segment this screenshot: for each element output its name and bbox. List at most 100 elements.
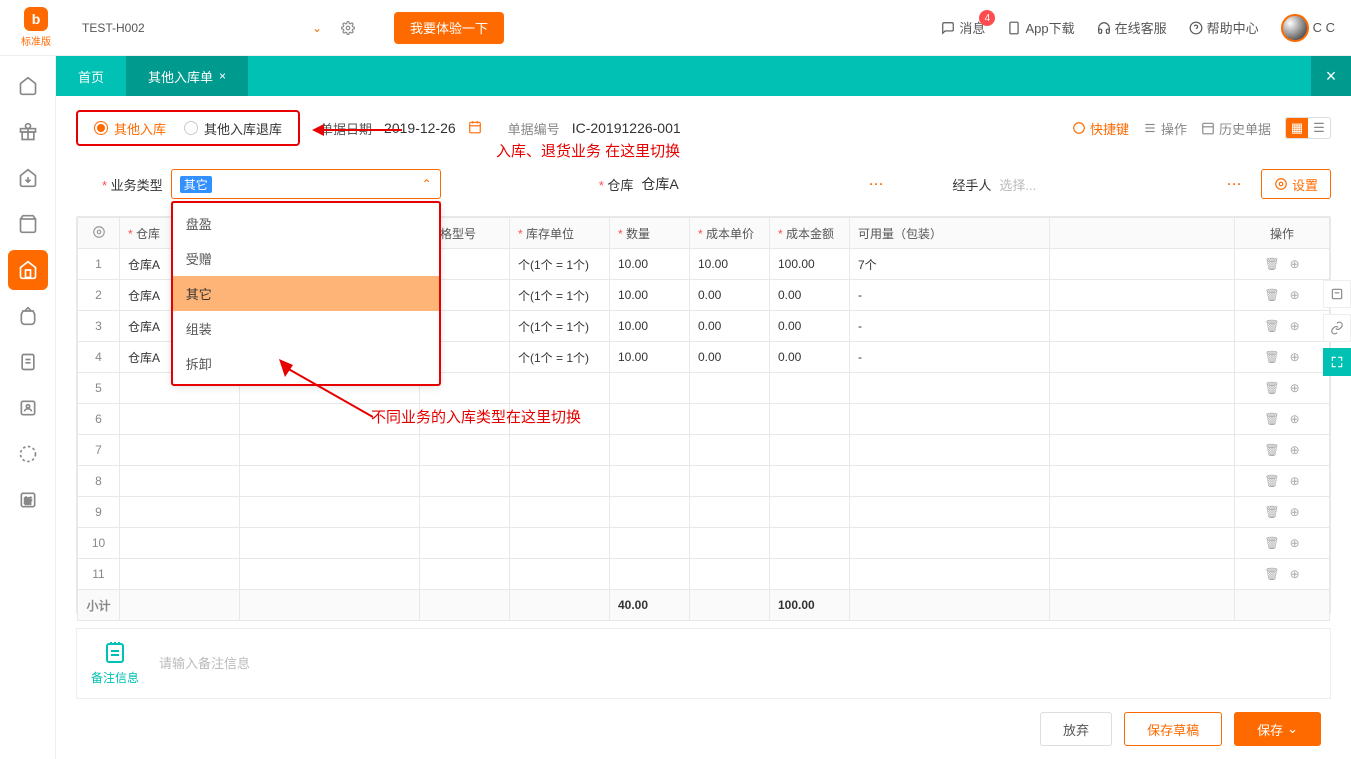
col-config[interactable] xyxy=(78,218,120,249)
save-draft-button[interactable]: 保存草稿 xyxy=(1124,712,1222,746)
cell-spec[interactable] xyxy=(420,559,510,590)
column-settings-button[interactable]: 设置 xyxy=(1261,169,1331,199)
cell-name[interactable] xyxy=(240,404,420,435)
tabs-close-all[interactable]: × xyxy=(1311,56,1351,96)
cell-warehouse[interactable] xyxy=(120,528,240,559)
app-download-link[interactable]: App下载 xyxy=(1007,18,1074,37)
copy-row-icon[interactable]: ⊕ xyxy=(1290,505,1300,519)
cell-unit[interactable] xyxy=(510,404,610,435)
biztype-select[interactable]: 其它 ⌃ 盘盈 受赠 其它 组装 拆卸 xyxy=(171,169,441,199)
table-row[interactable]: 9 🗑 ⊕ xyxy=(78,497,1330,528)
cell-qty[interactable] xyxy=(610,435,690,466)
cell-warehouse[interactable] xyxy=(120,559,240,590)
cell-unit[interactable]: 个(1个 = 1个) xyxy=(510,249,610,280)
delete-row-icon[interactable]: 🗑 xyxy=(1264,319,1279,333)
table-row[interactable]: 6 🗑 ⊕ xyxy=(78,404,1330,435)
history-link[interactable]: 历史单据 xyxy=(1201,119,1271,138)
dropdown-item[interactable]: 盘盈 xyxy=(172,206,440,241)
tab-current[interactable]: 其他入库单 × xyxy=(126,56,248,96)
cell-qty[interactable]: 10.00 xyxy=(610,342,690,373)
cell-price[interactable]: 0.00 xyxy=(690,311,770,342)
delete-row-icon[interactable]: 🗑 xyxy=(1264,381,1279,395)
cell-name[interactable] xyxy=(240,466,420,497)
dropdown-item[interactable]: 拆卸 xyxy=(172,346,440,381)
delete-row-icon[interactable]: 🗑 xyxy=(1264,288,1279,302)
cell-price[interactable]: 0.00 xyxy=(690,342,770,373)
cell-amt[interactable] xyxy=(770,559,850,590)
remarks-input[interactable] xyxy=(159,650,1316,678)
delete-row-icon[interactable]: 🗑 xyxy=(1264,474,1279,488)
sidebar-purchase[interactable] xyxy=(8,158,48,198)
cell-warehouse[interactable] xyxy=(120,435,240,466)
table-row[interactable]: 10 🗑 ⊕ xyxy=(78,528,1330,559)
experience-button[interactable]: 我要体验一下 xyxy=(394,12,504,44)
tab-home[interactable]: 首页 xyxy=(56,56,126,96)
handler-browse[interactable]: ··· xyxy=(1227,177,1242,191)
float-note[interactable] xyxy=(1323,280,1351,308)
cell-price[interactable] xyxy=(690,373,770,404)
cell-price[interactable] xyxy=(690,497,770,528)
dropdown-item[interactable]: 受赠 xyxy=(172,241,440,276)
dropdown-item[interactable]: 其它 xyxy=(172,276,440,311)
logo[interactable]: b 标准版 xyxy=(16,7,56,48)
cell-spec[interactable] xyxy=(420,404,510,435)
copy-row-icon[interactable]: ⊕ xyxy=(1290,474,1300,488)
cell-price[interactable]: 0.00 xyxy=(690,280,770,311)
delete-row-icon[interactable]: 🗑 xyxy=(1264,257,1279,271)
messages-link[interactable]: 消息 4 xyxy=(941,18,985,37)
hotkey-link[interactable]: 快捷键 xyxy=(1072,119,1129,138)
float-fullscreen[interactable] xyxy=(1323,348,1351,376)
cell-name[interactable] xyxy=(240,497,420,528)
cell-spec[interactable] xyxy=(420,497,510,528)
cell-warehouse[interactable] xyxy=(120,404,240,435)
cell-warehouse[interactable] xyxy=(120,466,240,497)
cell-unit[interactable]: 个(1个 = 1个) xyxy=(510,280,610,311)
cell-amt[interactable] xyxy=(770,404,850,435)
cell-qty[interactable] xyxy=(610,497,690,528)
cell-amt[interactable] xyxy=(770,497,850,528)
cell-unit[interactable] xyxy=(510,559,610,590)
cell-name[interactable] xyxy=(240,559,420,590)
cell-amt[interactable]: 0.00 xyxy=(770,311,850,342)
cell-name[interactable] xyxy=(240,435,420,466)
copy-row-icon[interactable]: ⊕ xyxy=(1290,288,1300,302)
cell-qty[interactable] xyxy=(610,466,690,497)
sidebar-new[interactable]: 新 xyxy=(8,480,48,520)
copy-row-icon[interactable]: ⊕ xyxy=(1290,381,1300,395)
discard-button[interactable]: 放弃 xyxy=(1040,712,1112,746)
sidebar-contacts[interactable] xyxy=(8,388,48,428)
cell-amt[interactable] xyxy=(770,528,850,559)
cell-unit[interactable] xyxy=(510,528,610,559)
company-select[interactable]: TEST-H002 ⌄ xyxy=(72,12,332,44)
user-menu[interactable]: C C xyxy=(1281,14,1335,42)
table-row[interactable]: 7 🗑 ⊕ xyxy=(78,435,1330,466)
cell-price[interactable] xyxy=(690,466,770,497)
sidebar-home[interactable] xyxy=(8,66,48,106)
delete-row-icon[interactable]: 🗑 xyxy=(1264,443,1279,457)
cell-unit[interactable]: 个(1个 = 1个) xyxy=(510,311,610,342)
warehouse-browse[interactable]: ··· xyxy=(869,177,884,191)
delete-row-icon[interactable]: 🗑 xyxy=(1264,536,1279,550)
warehouse-value[interactable]: 仓库A xyxy=(641,174,861,194)
delete-row-icon[interactable]: 🗑 xyxy=(1264,505,1279,519)
dropdown-item[interactable]: 组装 xyxy=(172,311,440,346)
cell-qty[interactable]: 10.00 xyxy=(610,311,690,342)
cell-unit[interactable] xyxy=(510,466,610,497)
cell-price[interactable] xyxy=(690,528,770,559)
view-grid[interactable]: ▦ xyxy=(1286,118,1308,138)
date-value[interactable]: 2019-12-26 xyxy=(384,120,456,136)
cell-amt[interactable]: 100.00 xyxy=(770,249,850,280)
cell-price[interactable] xyxy=(690,435,770,466)
cell-qty[interactable] xyxy=(610,528,690,559)
cell-price[interactable] xyxy=(690,559,770,590)
copy-row-icon[interactable]: ⊕ xyxy=(1290,536,1300,550)
sidebar-warehouse[interactable] xyxy=(8,250,48,290)
cell-spec[interactable] xyxy=(420,466,510,497)
sidebar-sales[interactable] xyxy=(8,204,48,244)
delete-row-icon[interactable]: 🗑 xyxy=(1264,412,1279,426)
cell-price[interactable]: 10.00 xyxy=(690,249,770,280)
cell-amt[interactable] xyxy=(770,466,850,497)
sidebar-finance[interactable] xyxy=(8,296,48,336)
ops-link[interactable]: 操作 xyxy=(1143,119,1187,138)
delete-row-icon[interactable]: 🗑 xyxy=(1264,567,1279,581)
